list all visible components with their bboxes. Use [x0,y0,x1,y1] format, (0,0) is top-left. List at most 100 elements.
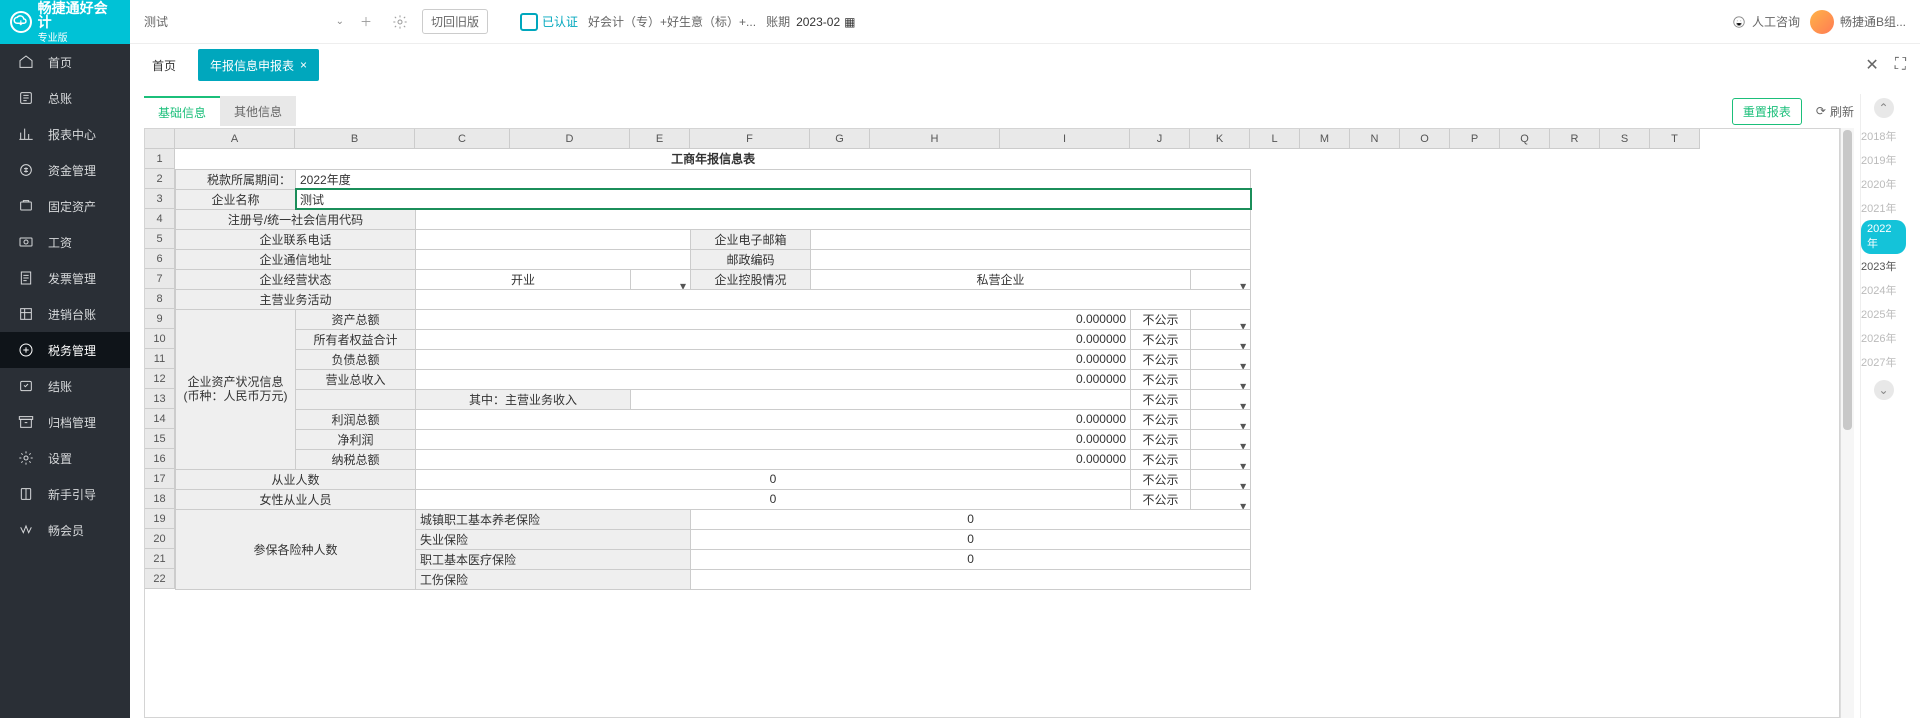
row-head[interactable]: 16 [145,449,175,469]
col-head[interactable]: N [1350,129,1400,149]
refresh-button[interactable]: ⟳ 刷新 [1816,103,1854,120]
year-item[interactable]: 2023年 [1861,254,1906,278]
row-head[interactable]: 6 [145,249,175,269]
holding-dropdown-icon[interactable] [1191,269,1251,289]
tab-annual-report[interactable]: 年报信息申报表 × [198,49,319,81]
sidebar-item-tax[interactable]: 税务管理 [0,332,130,368]
row-head[interactable]: 20 [145,529,175,549]
employees-input[interactable]: 0 [416,469,1131,489]
spreadsheet[interactable]: ABCDEFGHIJKLMNOPQRST 1234567891011121314… [144,128,1840,718]
employees-disp[interactable]: 不公示 [1131,469,1191,489]
email-input[interactable] [811,229,1251,249]
col-head[interactable]: T [1650,129,1700,149]
sidebar-item-settings[interactable]: 设置 [0,440,130,476]
col-head[interactable]: F [690,129,810,149]
asset-disp[interactable]: 不公示 [1131,389,1191,409]
year-item[interactable]: 2027年 [1861,350,1906,374]
female-input[interactable]: 0 [416,489,1131,509]
dropdown-icon[interactable] [1191,329,1251,349]
asset-disp[interactable]: 不公示 [1131,449,1191,469]
year-item[interactable]: 2019年 [1861,148,1906,172]
year-item[interactable]: 2018年 [1861,124,1906,148]
row-head[interactable]: 5 [145,229,175,249]
year-item[interactable]: 2022年 [1861,220,1906,254]
row-head[interactable]: 21 [145,549,175,569]
female-disp[interactable]: 不公示 [1131,489,1191,509]
col-head[interactable]: R [1550,129,1600,149]
dropdown-icon[interactable] [1191,409,1251,429]
dropdown-icon[interactable] [1191,369,1251,389]
status-dropdown-icon[interactable] [631,269,691,289]
switch-old-button[interactable]: 切回旧版 [422,9,488,34]
dropdown-icon[interactable] [1191,489,1251,509]
year-item[interactable]: 2026年 [1861,326,1906,350]
col-head[interactable]: L [1250,129,1300,149]
row-head[interactable]: 13 [145,389,175,409]
col-head[interactable]: D [510,129,630,149]
holding-select[interactable]: 私营企业 [811,269,1191,289]
sidebar-item-guide[interactable]: 新手引导 [0,476,130,512]
company-selector[interactable]: 测试 ⌄ [144,13,344,30]
col-head[interactable]: I [1000,129,1130,149]
dropdown-icon[interactable] [1191,449,1251,469]
sidebar-item-invoice[interactable]: 发票管理 [0,260,130,296]
asset-value-input[interactable] [631,389,1131,409]
col-head[interactable]: A [175,129,295,149]
close-panel-icon[interactable]: ✕ [1865,55,1878,75]
row-head[interactable]: 7 [145,269,175,289]
vertical-scrollbar[interactable] [1840,128,1854,718]
dropdown-icon[interactable] [1191,389,1251,409]
insurance-input[interactable]: 0 [691,549,1251,569]
row-head[interactable]: 3 [145,189,175,209]
reg-no-input[interactable] [416,209,1251,229]
sidebar-item-funds[interactable]: 资金管理 [0,152,130,188]
close-icon[interactable]: × [300,58,307,72]
asset-disp[interactable]: 不公示 [1131,309,1191,329]
subtab-other[interactable]: 其他信息 [220,96,296,126]
addr-input[interactable] [416,249,691,269]
insurance-input[interactable]: 0 [691,529,1251,549]
row-head[interactable]: 17 [145,469,175,489]
row-head[interactable]: 1 [145,149,175,169]
col-head[interactable] [145,129,175,149]
col-head[interactable]: M [1300,129,1350,149]
col-head[interactable]: S [1600,129,1650,149]
sidebar-item-close[interactable]: 结账 [0,368,130,404]
sidebar-item-inventory[interactable]: 进销台账 [0,296,130,332]
year-item[interactable]: 2025年 [1861,302,1906,326]
tab-home[interactable]: 首页 [144,44,184,86]
company-name-input[interactable]: 测试 [296,189,1251,209]
year-down-icon[interactable]: ⌄ [1874,380,1894,400]
dropdown-icon[interactable] [1191,469,1251,489]
support-button[interactable]: 人工咨询 [1732,13,1800,30]
row-head[interactable]: 11 [145,349,175,369]
col-head[interactable]: O [1400,129,1450,149]
row-head[interactable]: 14 [145,409,175,429]
row-head[interactable]: 18 [145,489,175,509]
phone-input[interactable] [416,229,691,249]
asset-value-input[interactable]: 0.000000 [416,309,1131,329]
asset-disp[interactable]: 不公示 [1131,369,1191,389]
year-item[interactable]: 2021年 [1861,196,1906,220]
row-head[interactable]: 2 [145,169,175,189]
sidebar-item-archive[interactable]: 归档管理 [0,404,130,440]
fullscreen-icon[interactable]: ⛶ [1895,56,1906,74]
sidebar-item-salary[interactable]: 工资 [0,224,130,260]
asset-disp[interactable]: 不公示 [1131,329,1191,349]
dropdown-icon[interactable] [1191,349,1251,369]
col-head[interactable]: J [1130,129,1190,149]
year-item[interactable]: 2024年 [1861,278,1906,302]
insurance-input[interactable] [691,569,1251,589]
asset-value-input[interactable]: 0.000000 [416,429,1131,449]
row-head[interactable]: 8 [145,289,175,309]
sidebar-item-asset[interactable]: 固定资产 [0,188,130,224]
sidebar-item-vip[interactable]: 畅会员 [0,512,130,548]
dropdown-icon[interactable] [1191,429,1251,449]
reset-button[interactable]: 重置报表 [1732,98,1802,125]
asset-value-input[interactable]: 0.000000 [416,409,1131,429]
col-head[interactable]: C [415,129,510,149]
row-head[interactable]: 4 [145,209,175,229]
user-menu[interactable]: 畅捷通B组... [1810,10,1906,34]
col-head[interactable]: H [870,129,1000,149]
main-biz-input[interactable] [416,289,1251,309]
